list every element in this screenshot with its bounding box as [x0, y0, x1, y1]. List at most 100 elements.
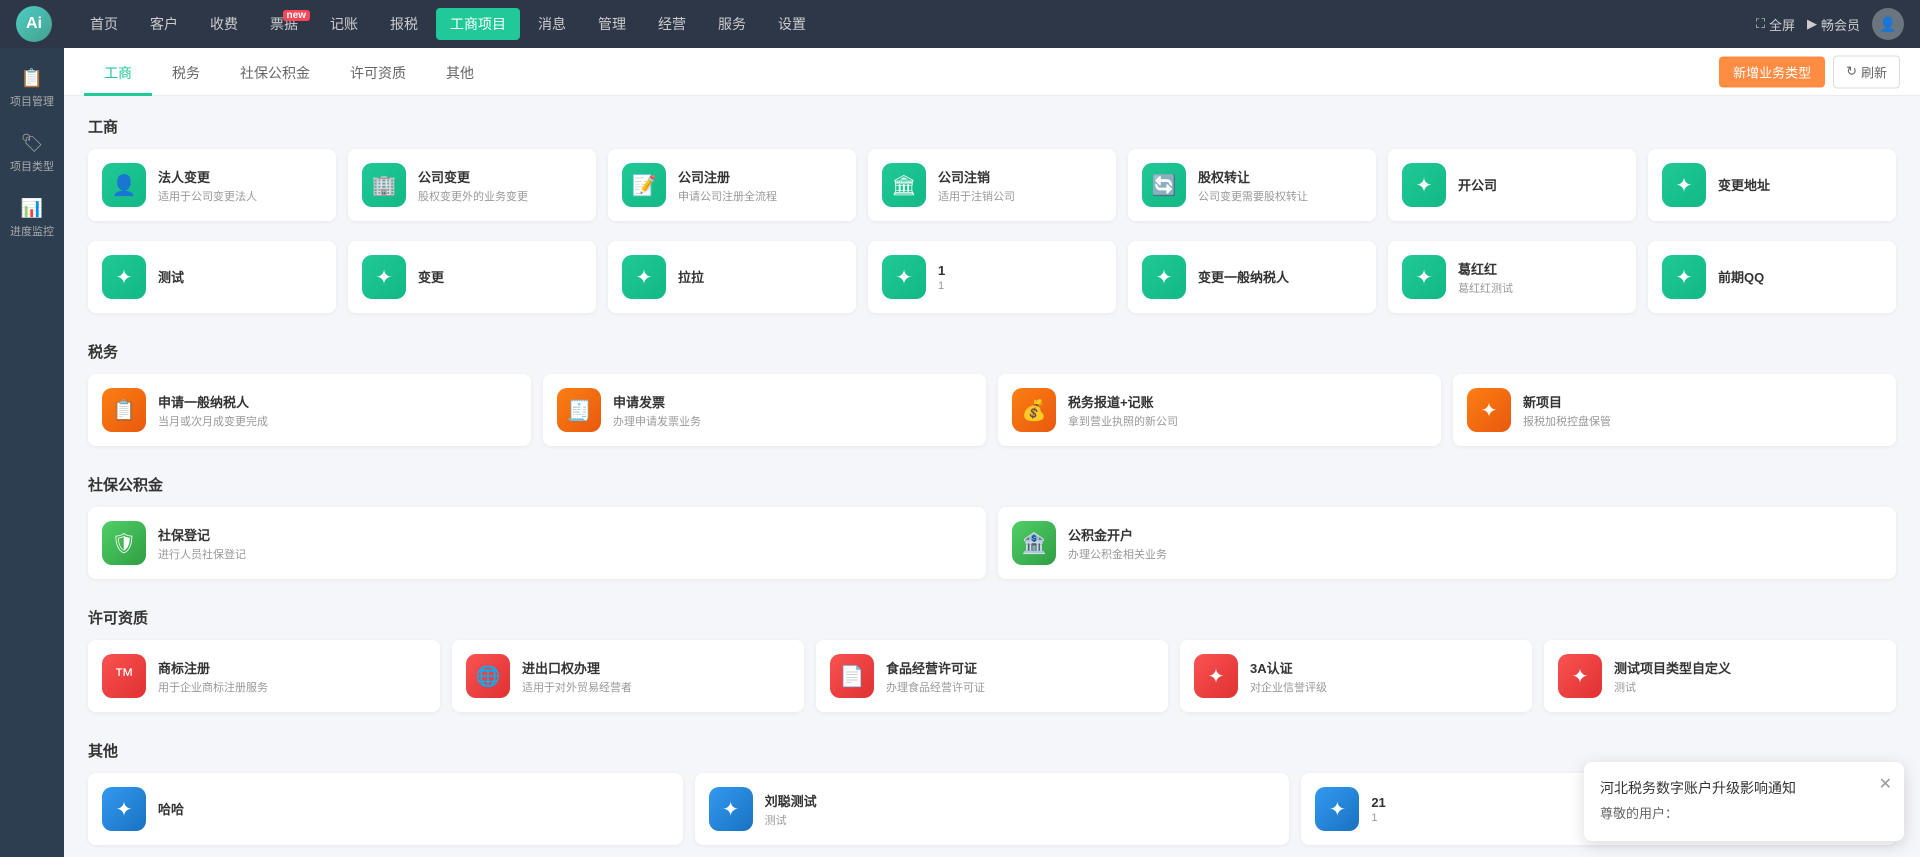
card-股权转让[interactable]: 🔄 股权转让 公司变更需要股权转让 — [1128, 149, 1376, 221]
card-icon-1: ✦ — [882, 255, 926, 299]
card-icon-社保登记: 🛡 — [102, 521, 146, 565]
card-icon-变更地址: ✦ — [1662, 163, 1706, 207]
nav-item-ticket[interactable]: 票据 new — [256, 8, 312, 40]
card-info-葛红红: 葛红红 葛红红测试 — [1458, 259, 1622, 296]
nav-item-charge[interactable]: 收费 — [196, 8, 252, 40]
avatar[interactable]: 👤 — [1872, 8, 1904, 40]
card-info-税务报道: 税务报道+记账 拿到营业执照的新公司 — [1068, 392, 1427, 429]
card-icon-开公司: ✦ — [1402, 163, 1446, 207]
card-icon-哈哈: ✦ — [102, 787, 146, 831]
sidebar-item-progress[interactable]: 📊 进度监控 — [4, 186, 60, 247]
card-icon-申请纳税人: 📋 — [102, 388, 146, 432]
refresh-button[interactable]: ↻ 刷新 — [1833, 55, 1900, 88]
member-btn[interactable]: ▶ 畅会员 — [1807, 15, 1860, 34]
card-测试项目类型[interactable]: ✦ 测试项目类型自定义 测试 — [1544, 640, 1896, 712]
section-shuiwu-title: 税务 — [88, 341, 1896, 362]
card-申请发票[interactable]: 🧾 申请发票 办理申请发票业务 — [543, 374, 986, 446]
nav-item-customer[interactable]: 客户 — [136, 8, 192, 40]
card-desc-3A认证: 对企业信誉评级 — [1250, 679, 1518, 695]
nav-item-operation[interactable]: 经营 — [644, 8, 700, 40]
nav-item-home[interactable]: 首页 — [76, 8, 132, 40]
gongshang-card-grid-1: 👤 法人变更 适用于公司变更法人 🏢 公司变更 股权变更外的业务变更 📝 — [88, 149, 1896, 221]
notification-close-button[interactable]: ✕ — [1879, 774, 1892, 794]
tab-qita[interactable]: 其他 — [426, 53, 494, 96]
card-食品经营[interactable]: 📄 食品经营许可证 办理食品经营许可证 — [816, 640, 1168, 712]
card-开公司[interactable]: ✦ 开公司 — [1388, 149, 1636, 221]
card-info-进出口权: 进出口权办理 适用于对外贸易经营者 — [522, 658, 790, 695]
card-desc-申请纳税人: 当月或次月成变更完成 — [158, 413, 517, 429]
card-公司注册[interactable]: 📝 公司注册 申请公司注册全流程 — [608, 149, 856, 221]
section-shebao-title: 社保公积金 — [88, 474, 1896, 495]
card-哈哈[interactable]: ✦ 哈哈 — [88, 773, 683, 845]
card-info-申请发票: 申请发票 办理申请发票业务 — [613, 392, 972, 429]
card-icon-进出口权: 🌐 — [466, 654, 510, 698]
sidebar-item-project-manage[interactable]: 📋 项目管理 — [4, 56, 60, 117]
card-前期QQ[interactable]: ✦ 前期QQ — [1648, 241, 1896, 313]
sidebar: 📋 项目管理 🏷 项目类型 📊 进度监控 — [0, 48, 64, 857]
sidebar-item-project-type[interactable]: 🏷 项目类型 — [4, 121, 60, 182]
card-1[interactable]: ✦ 1 1 — [868, 241, 1116, 313]
nav-item-settings[interactable]: 设置 — [764, 8, 820, 40]
logo[interactable]: Ai — [16, 6, 52, 42]
card-icon-新项目: ✦ — [1467, 388, 1511, 432]
tab-gongshang[interactable]: 工商 — [84, 53, 152, 96]
tab-xuke[interactable]: 许可资质 — [330, 53, 426, 96]
nav-item-tax[interactable]: 报税 — [376, 8, 432, 40]
fullscreen-btn[interactable]: ⛶ 全屏 — [1756, 15, 1795, 34]
nav-item-bookkeeping[interactable]: 记账 — [316, 8, 372, 40]
nav-item-message[interactable]: 消息 — [524, 8, 580, 40]
card-icon-公司注销: 🏛 — [882, 163, 926, 207]
card-info-前期QQ: 前期QQ — [1718, 267, 1882, 288]
card-公司注销[interactable]: 🏛 公司注销 适用于注销公司 — [868, 149, 1116, 221]
card-icon-食品经营: 📄 — [830, 654, 874, 698]
progress-icon: 📊 — [18, 194, 46, 222]
card-3A认证[interactable]: ✦ 3A认证 对企业信誉评级 — [1180, 640, 1532, 712]
card-申请纳税人[interactable]: 📋 申请一般纳税人 当月或次月成变更完成 — [88, 374, 531, 446]
card-刘聪测试[interactable]: ✦ 刘聪测试 测试 — [695, 773, 1290, 845]
card-税务报道[interactable]: 💰 税务报道+记账 拿到营业执照的新公司 — [998, 374, 1441, 446]
card-info-变更地址: 变更地址 — [1718, 175, 1882, 196]
card-葛红红[interactable]: ✦ 葛红红 葛红红测试 — [1388, 241, 1636, 313]
card-name-公积金开户: 公积金开户 — [1068, 525, 1882, 544]
card-name-进出口权: 进出口权办理 — [522, 658, 790, 677]
card-desc-食品经营: 办理食品经营许可证 — [886, 679, 1154, 695]
card-icon-公积金开户: 🏦 — [1012, 521, 1056, 565]
card-info-申请纳税人: 申请一般纳税人 当月或次月成变更完成 — [158, 392, 517, 429]
card-社保登记[interactable]: 🛡 社保登记 进行人员社保登记 — [88, 507, 986, 579]
xuke-card-grid: ™ 商标注册 用于企业商标注册服务 🌐 进出口权办理 适用于对外贸易经营者 📄 — [88, 640, 1896, 712]
card-icon-21: ✦ — [1315, 787, 1359, 831]
card-新项目[interactable]: ✦ 新项目 报税加税控盘保管 — [1453, 374, 1896, 446]
card-变更地址[interactable]: ✦ 变更地址 — [1648, 149, 1896, 221]
card-变更[interactable]: ✦ 变更 — [348, 241, 596, 313]
main-layout: 📋 项目管理 🏷 项目类型 📊 进度监控 工商 税务 社保公积金 许可资质 其他… — [0, 48, 1920, 857]
card-name-食品经营: 食品经营许可证 — [886, 658, 1154, 677]
card-name-3A认证: 3A认证 — [1250, 658, 1518, 677]
card-公司变更[interactable]: 🏢 公司变更 股权变更外的业务变更 — [348, 149, 596, 221]
card-name-公司注销: 公司注销 — [938, 167, 1102, 186]
card-name-拉拉: 拉拉 — [678, 267, 842, 286]
card-变更纳税人[interactable]: ✦ 变更一般纳税人 — [1128, 241, 1376, 313]
card-拉拉[interactable]: ✦ 拉拉 — [608, 241, 856, 313]
card-法人变更[interactable]: 👤 法人变更 适用于公司变更法人 — [88, 149, 336, 221]
tab-shebao[interactable]: 社保公积金 — [220, 53, 330, 96]
tab-shuiwu[interactable]: 税务 — [152, 53, 220, 96]
card-商标注册[interactable]: ™ 商标注册 用于企业商标注册服务 — [88, 640, 440, 712]
section-gongshang-title: 工商 — [88, 116, 1896, 137]
nav-item-manage[interactable]: 管理 — [584, 8, 640, 40]
nav-item-service[interactable]: 服务 — [704, 8, 760, 40]
card-测试[interactable]: ✦ 测试 — [88, 241, 336, 313]
shebao-card-grid: 🛡 社保登记 进行人员社保登记 🏦 公积金开户 办理公积金相关业务 — [88, 507, 1896, 579]
card-desc-测试项目类型: 测试 — [1614, 679, 1882, 695]
nav-item-bizproject[interactable]: 工商项目 — [436, 8, 520, 40]
card-info-哈哈: 哈哈 — [158, 799, 669, 820]
top-nav: Ai 首页 客户 收费 票据 new 记账 报税 工商项目 消息 管理 经营 服… — [0, 0, 1920, 48]
card-公积金开户[interactable]: 🏦 公积金开户 办理公积金相关业务 — [998, 507, 1896, 579]
card-icon-公司变更: 🏢 — [362, 163, 406, 207]
new-type-button[interactable]: 新增业务类型 — [1719, 56, 1825, 87]
card-进出口权[interactable]: 🌐 进出口权办理 适用于对外贸易经营者 — [452, 640, 804, 712]
card-icon-税务报道: 💰 — [1012, 388, 1056, 432]
card-info-法人变更: 法人变更 适用于公司变更法人 — [158, 167, 322, 204]
card-info-测试: 测试 — [158, 267, 322, 288]
card-name-前期QQ: 前期QQ — [1718, 267, 1882, 286]
card-desc-股权转让: 公司变更需要股权转让 — [1198, 188, 1362, 204]
